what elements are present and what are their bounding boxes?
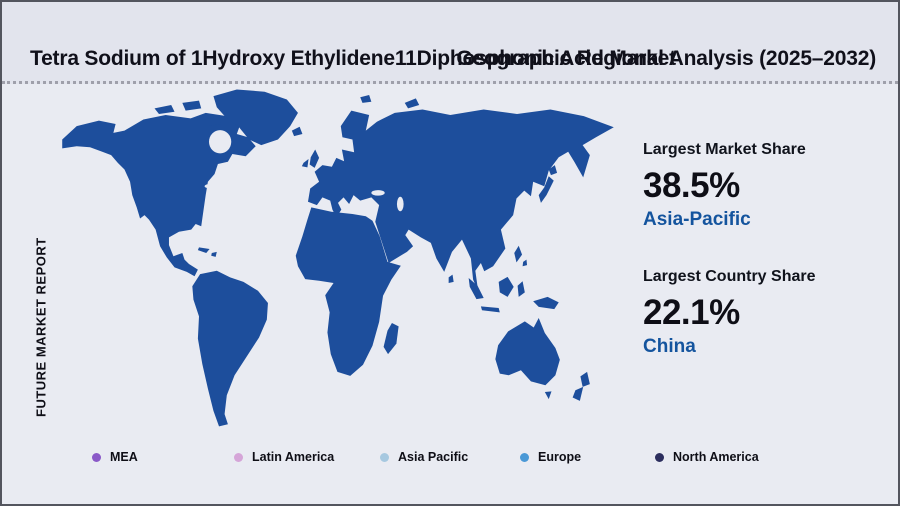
stat-label: Largest Market Share — [643, 141, 806, 158]
header-band — [2, 2, 898, 84]
world-map — [60, 86, 616, 431]
legend-dot-europe — [520, 452, 529, 462]
legend-label: North America — [673, 450, 759, 464]
world-map-svg — [62, 89, 614, 427]
legend-item-latin-america[interactable]: Latin America — [234, 448, 334, 466]
stat-largest-country-share: Largest Country Share 22.1% China — [643, 268, 883, 358]
legend-item-asia-pacific[interactable]: Asia Pacific — [380, 448, 468, 466]
stats-panel: Largest Market Share 38.5% Asia-Pacific … — [643, 141, 883, 395]
legend-label: Asia Pacific — [398, 450, 469, 464]
stat-region: Asia-Pacific — [643, 209, 751, 230]
region-legend: MEA Latin America Asia Pacific Europe No… — [2, 448, 898, 470]
stat-label: Largest Country Share — [643, 268, 816, 285]
legend-dot-mea — [92, 452, 101, 462]
legend-label: Europe — [538, 450, 582, 464]
map-landmasses — [62, 89, 614, 427]
stat-region: China — [643, 336, 696, 357]
legend-dot-latin-america — [234, 452, 243, 462]
legend-item-mea[interactable]: MEA — [92, 448, 138, 466]
stat-value: 22.1% — [643, 293, 740, 332]
legend-label: Latin America — [252, 450, 335, 464]
page-title-analysis: Geographic Regional Analysis (2025–2032) — [456, 47, 876, 70]
stat-value: 38.5% — [643, 166, 740, 205]
legend-label: MEA — [110, 450, 138, 464]
watermark-vertical-text: FUTURE MARKET REPORT — [33, 237, 49, 418]
legend-dot-north-america — [655, 452, 664, 462]
legend-item-north-america[interactable]: North America — [655, 448, 759, 466]
legend-item-europe[interactable]: Europe — [520, 448, 581, 466]
legend-dot-asia-pacific — [380, 452, 389, 462]
infographic-frame: Tetra Sodium of 1Hydroxy Ethylidene11Dip… — [0, 0, 900, 506]
stat-largest-market-share: Largest Market Share 38.5% Asia-Pacific — [643, 141, 883, 231]
